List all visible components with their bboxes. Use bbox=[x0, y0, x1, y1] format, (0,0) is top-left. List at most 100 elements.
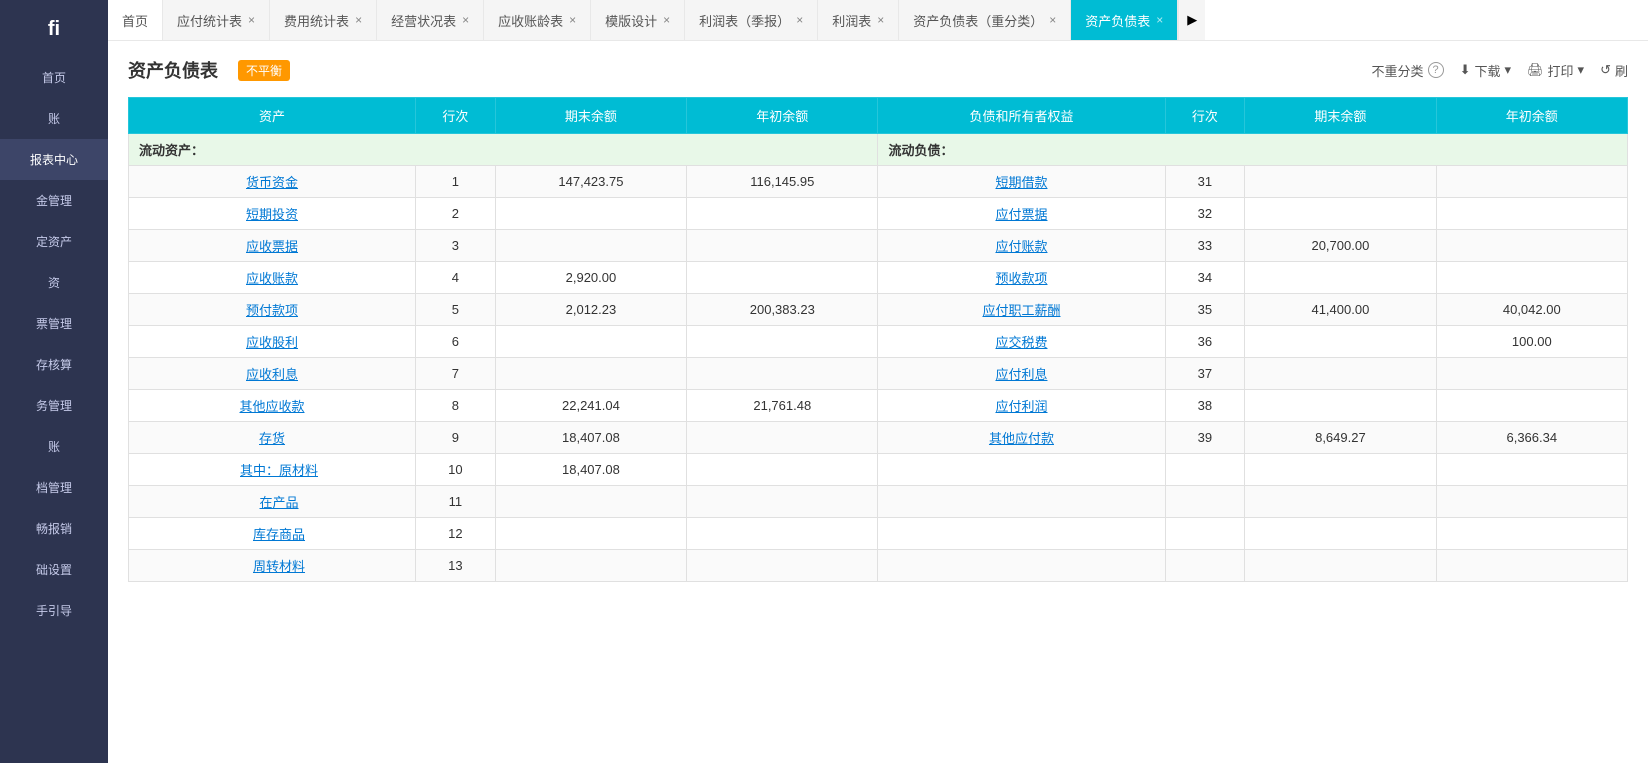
tab-balance-reclassified-close[interactable]: × bbox=[1049, 13, 1056, 27]
asset-link[interactable]: 存货 bbox=[259, 431, 285, 446]
row-num-cell: 13 bbox=[416, 550, 496, 582]
section-left-label: 流动资产： bbox=[129, 134, 878, 166]
sidebar-item-settings[interactable]: 础设置 bbox=[0, 549, 108, 590]
balance-sheet-table: 资产 行次 期末余额 年初余额 负债和所有者权益 行次 期末余额 年初余额 流动… bbox=[128, 97, 1628, 582]
table-row: 库存商品 12 bbox=[129, 518, 1628, 550]
liability-name-cell: 应付账款 bbox=[878, 230, 1165, 262]
liability-name-cell: 应付利润 bbox=[878, 390, 1165, 422]
tab-ap-summary-close[interactable]: × bbox=[248, 13, 255, 27]
liability-link[interactable]: 预收款项 bbox=[995, 271, 1047, 286]
liability-link[interactable]: 应付职工薪酬 bbox=[982, 303, 1060, 318]
sidebar-item-expense[interactable]: 畅报销 bbox=[0, 508, 108, 549]
refresh-button[interactable]: ↺ 刷 bbox=[1600, 61, 1628, 80]
tab-operations-label: 经营状况表 bbox=[391, 11, 456, 30]
liability-link[interactable]: 应付利息 bbox=[995, 367, 1047, 382]
tab-balance-label: 资产负债表 bbox=[1085, 11, 1150, 30]
asset-link[interactable]: 应收账款 bbox=[246, 271, 298, 286]
year-start-cell bbox=[687, 550, 878, 582]
liability-link[interactable]: 应付账款 bbox=[995, 239, 1047, 254]
liability-link[interactable]: 应付利润 bbox=[995, 399, 1047, 414]
print-button[interactable]: 🖨 打印 ▾ bbox=[1527, 61, 1584, 80]
asset-link[interactable]: 在产品 bbox=[260, 495, 299, 510]
sidebar-item-cash[interactable]: 金管理 bbox=[0, 180, 108, 221]
asset-link[interactable]: 应收利息 bbox=[246, 367, 298, 382]
header-actions: 不重分类 ? ⬇ 下载 ▾ 🖨 打印 ▾ ↺ 刷 bbox=[1372, 61, 1628, 80]
tab-home[interactable]: 首页 bbox=[108, 0, 163, 40]
tab-income[interactable]: 利润表 × bbox=[818, 0, 899, 40]
print-chevron-icon: ▾ bbox=[1578, 62, 1585, 78]
download-icon: ⬇ bbox=[1460, 62, 1471, 78]
liability-link[interactable]: 其他应付款 bbox=[989, 431, 1054, 446]
col-rownum2: 行次 bbox=[1165, 98, 1245, 134]
tab-ar-aging[interactable]: 应收账龄表 × bbox=[484, 0, 591, 40]
download-label: 下载 bbox=[1474, 61, 1500, 80]
liability-link[interactable]: 应交税费 bbox=[995, 335, 1047, 350]
tab-expense-summary-close[interactable]: × bbox=[355, 13, 362, 27]
sidebar-logo: fi bbox=[48, 10, 60, 57]
refresh-label: 刷 bbox=[1615, 61, 1628, 80]
sidebar-item-guide[interactable]: 手引导 bbox=[0, 590, 108, 631]
liability-name-cell: 应付职工薪酬 bbox=[878, 294, 1165, 326]
sidebar-item-archive[interactable]: 档管理 bbox=[0, 467, 108, 508]
asset-link[interactable]: 周转材料 bbox=[253, 559, 305, 574]
asset-name-cell: 其中：原材料 bbox=[129, 454, 416, 486]
asset-link[interactable]: 应收股利 bbox=[246, 335, 298, 350]
asset-link[interactable]: 其中：原材料 bbox=[240, 463, 318, 478]
row-num2-cell: 36 bbox=[1165, 326, 1245, 358]
print-label: 打印 bbox=[1548, 61, 1574, 80]
sidebar-item-reports[interactable]: 报表中心 bbox=[0, 139, 108, 180]
sidebar-item-home[interactable]: 首页 bbox=[0, 57, 108, 98]
table-row: 预付款项 5 2,012.23 200,383.23 应付职工薪酬 35 41,… bbox=[129, 294, 1628, 326]
tab-operations-close[interactable]: × bbox=[462, 13, 469, 27]
tab-balance[interactable]: 资产负债表 × bbox=[1071, 0, 1178, 40]
tab-template-close[interactable]: × bbox=[663, 13, 670, 27]
tab-scroll-right[interactable]: ▶ bbox=[1178, 0, 1205, 40]
tab-balance-reclassified[interactable]: 资产负债表（重分类） × bbox=[899, 0, 1071, 40]
year-start2-cell bbox=[1436, 390, 1627, 422]
period-end2-cell bbox=[1245, 326, 1436, 358]
sidebar-item-ledger[interactable]: 账 bbox=[0, 98, 108, 139]
row-num-cell: 10 bbox=[416, 454, 496, 486]
year-start2-cell: 6,366.34 bbox=[1436, 422, 1627, 454]
year-start2-cell bbox=[1436, 166, 1627, 198]
tab-income-label: 利润表 bbox=[832, 11, 871, 30]
year-start2-cell bbox=[1436, 358, 1627, 390]
tab-income-quarterly-label: 利润表（季报） bbox=[699, 11, 790, 30]
tab-bar: 首页 应付统计表 × 费用统计表 × 经营状况表 × 应收账龄表 × 模版设计 … bbox=[108, 0, 1648, 41]
classify-toggle[interactable]: 不重分类 ? bbox=[1372, 61, 1444, 80]
sidebar-item-fixed-assets[interactable]: 定资产 bbox=[0, 221, 108, 262]
tab-expense-summary[interactable]: 费用统计表 × bbox=[270, 0, 377, 40]
tab-operations[interactable]: 经营状况表 × bbox=[377, 0, 484, 40]
row-num2-cell: 38 bbox=[1165, 390, 1245, 422]
sidebar-item-inventory[interactable]: 存核算 bbox=[0, 344, 108, 385]
download-button[interactable]: ⬇ 下载 ▾ bbox=[1460, 61, 1511, 80]
tab-ar-aging-close[interactable]: × bbox=[569, 13, 576, 27]
period-end2-cell bbox=[1245, 166, 1436, 198]
tab-income-quarterly-close[interactable]: × bbox=[796, 13, 803, 27]
tab-balance-close[interactable]: × bbox=[1156, 13, 1163, 27]
main-content: 首页 应付统计表 × 费用统计表 × 经营状况表 × 应收账龄表 × 模版设计 … bbox=[108, 0, 1648, 763]
row-num2-cell bbox=[1165, 518, 1245, 550]
sidebar-item-account2[interactable]: 账 bbox=[0, 426, 108, 467]
asset-link[interactable]: 预付款项 bbox=[246, 303, 298, 318]
asset-link[interactable]: 其他应收款 bbox=[240, 399, 305, 414]
year-start-cell bbox=[687, 198, 878, 230]
tab-income-close[interactable]: × bbox=[877, 13, 884, 27]
sidebar-item-tickets[interactable]: 票管理 bbox=[0, 303, 108, 344]
asset-link[interactable]: 应收票据 bbox=[246, 239, 298, 254]
period-end-cell: 147,423.75 bbox=[495, 166, 686, 198]
asset-link[interactable]: 库存商品 bbox=[253, 527, 305, 542]
tab-template[interactable]: 模版设计 × bbox=[591, 0, 685, 40]
table-row: 应收股利 6 应交税费 36 100.00 bbox=[129, 326, 1628, 358]
asset-link[interactable]: 短期投资 bbox=[246, 207, 298, 222]
period-end-cell: 2,920.00 bbox=[495, 262, 686, 294]
asset-link[interactable]: 货币资金 bbox=[246, 175, 298, 190]
tab-ap-summary[interactable]: 应付统计表 × bbox=[163, 0, 270, 40]
liability-name-cell bbox=[878, 550, 1165, 582]
year-start2-cell bbox=[1436, 550, 1627, 582]
sidebar-item-tax[interactable]: 务管理 bbox=[0, 385, 108, 426]
liability-link[interactable]: 短期借款 bbox=[995, 175, 1047, 190]
sidebar-item-investment[interactable]: 资 bbox=[0, 262, 108, 303]
tab-income-quarterly[interactable]: 利润表（季报） × bbox=[685, 0, 818, 40]
liability-link[interactable]: 应付票据 bbox=[995, 207, 1047, 222]
